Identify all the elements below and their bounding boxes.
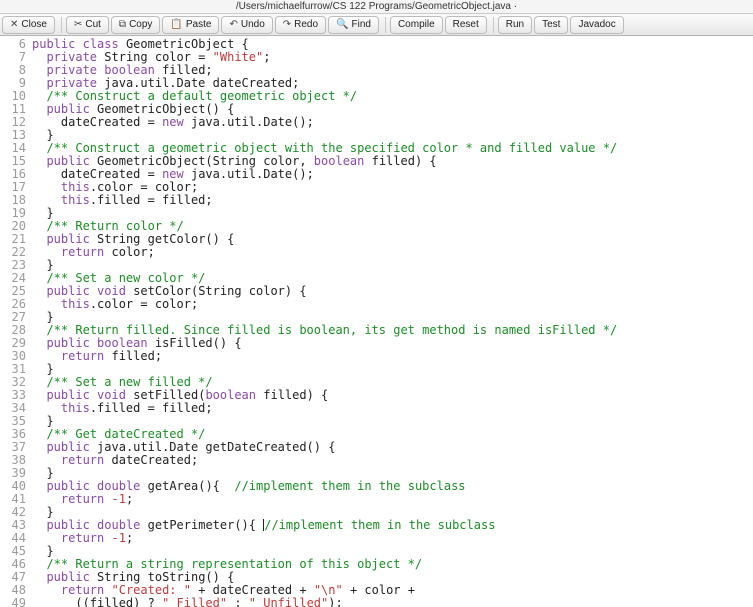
code-line[interactable]: this.color = color; xyxy=(32,298,753,311)
find-icon: 🔍 xyxy=(336,19,348,30)
run-label: Run xyxy=(506,19,524,30)
code-line[interactable]: return filled; xyxy=(32,350,753,363)
copy-icon: ⧉ xyxy=(119,19,126,30)
paste-button[interactable]: 📋 Paste xyxy=(162,16,219,34)
scissors-icon: ✂ xyxy=(74,19,82,30)
find-button[interactable]: 🔍 Find xyxy=(328,16,379,34)
code-line[interactable]: return -1; xyxy=(32,532,753,545)
find-label: Find xyxy=(352,19,371,30)
compile-label: Compile xyxy=(398,19,435,30)
reset-label: Reset xyxy=(453,19,479,30)
close-button[interactable]: ✕ Close xyxy=(2,16,55,34)
close-icon: ✕ xyxy=(10,19,18,30)
code-line[interactable]: return dateCreated; xyxy=(32,454,753,467)
close-label: Close xyxy=(21,19,47,30)
javadoc-label: Javadoc xyxy=(578,19,615,30)
code-line[interactable]: public double getArea(){ //implement the… xyxy=(32,480,753,493)
copy-button[interactable]: ⧉ Copy xyxy=(111,16,161,34)
cut-button[interactable]: ✂ Cut xyxy=(66,16,109,34)
redo-button[interactable]: ↷ Redo xyxy=(275,16,326,34)
editor-area[interactable]: 6789101112131415161718192021222324252627… xyxy=(0,36,753,607)
undo-label: Undo xyxy=(241,19,265,30)
copy-label: Copy xyxy=(129,19,152,30)
compile-button[interactable]: Compile xyxy=(390,16,443,34)
reset-button[interactable]: Reset xyxy=(445,16,487,34)
toolbar-divider xyxy=(61,17,62,33)
code-line[interactable]: dateCreated = new java.util.Date(); xyxy=(32,116,753,129)
line-number-gutter: 6789101112131415161718192021222324252627… xyxy=(0,38,32,607)
paste-icon: 📋 xyxy=(170,19,182,30)
run-button[interactable]: Run xyxy=(498,16,532,34)
undo-icon: ↶ xyxy=(229,19,237,30)
javadoc-button[interactable]: Javadoc xyxy=(570,16,623,34)
code-line[interactable]: ((filled) ? " Filled" : " Unfilled"); xyxy=(32,597,753,607)
paste-label: Paste xyxy=(186,19,212,30)
undo-button[interactable]: ↶ Undo xyxy=(221,16,272,34)
code-content[interactable]: public class GeometricObject { private S… xyxy=(32,38,753,607)
line-number: 49 xyxy=(0,597,26,607)
test-label: Test xyxy=(542,19,560,30)
redo-label: Redo xyxy=(294,19,318,30)
code-line[interactable]: return color; xyxy=(32,246,753,259)
code-line[interactable]: this.filled = filled; xyxy=(32,194,753,207)
window-title: /Users/michaelfurrow/CS 122 Programs/Geo… xyxy=(0,0,753,14)
toolbar-divider xyxy=(385,17,386,33)
toolbar-divider xyxy=(493,17,494,33)
test-button[interactable]: Test xyxy=(534,16,568,34)
redo-icon: ↷ xyxy=(283,19,291,30)
cut-label: Cut xyxy=(85,19,101,30)
code-line[interactable]: this.filled = filled; xyxy=(32,402,753,415)
toolbar: ✕ Close ✂ Cut ⧉ Copy 📋 Paste ↶ Undo ↷ Re… xyxy=(0,14,753,36)
code-line[interactable]: return -1; xyxy=(32,493,753,506)
code-line[interactable]: public double getPerimeter(){ //implemen… xyxy=(32,519,753,532)
